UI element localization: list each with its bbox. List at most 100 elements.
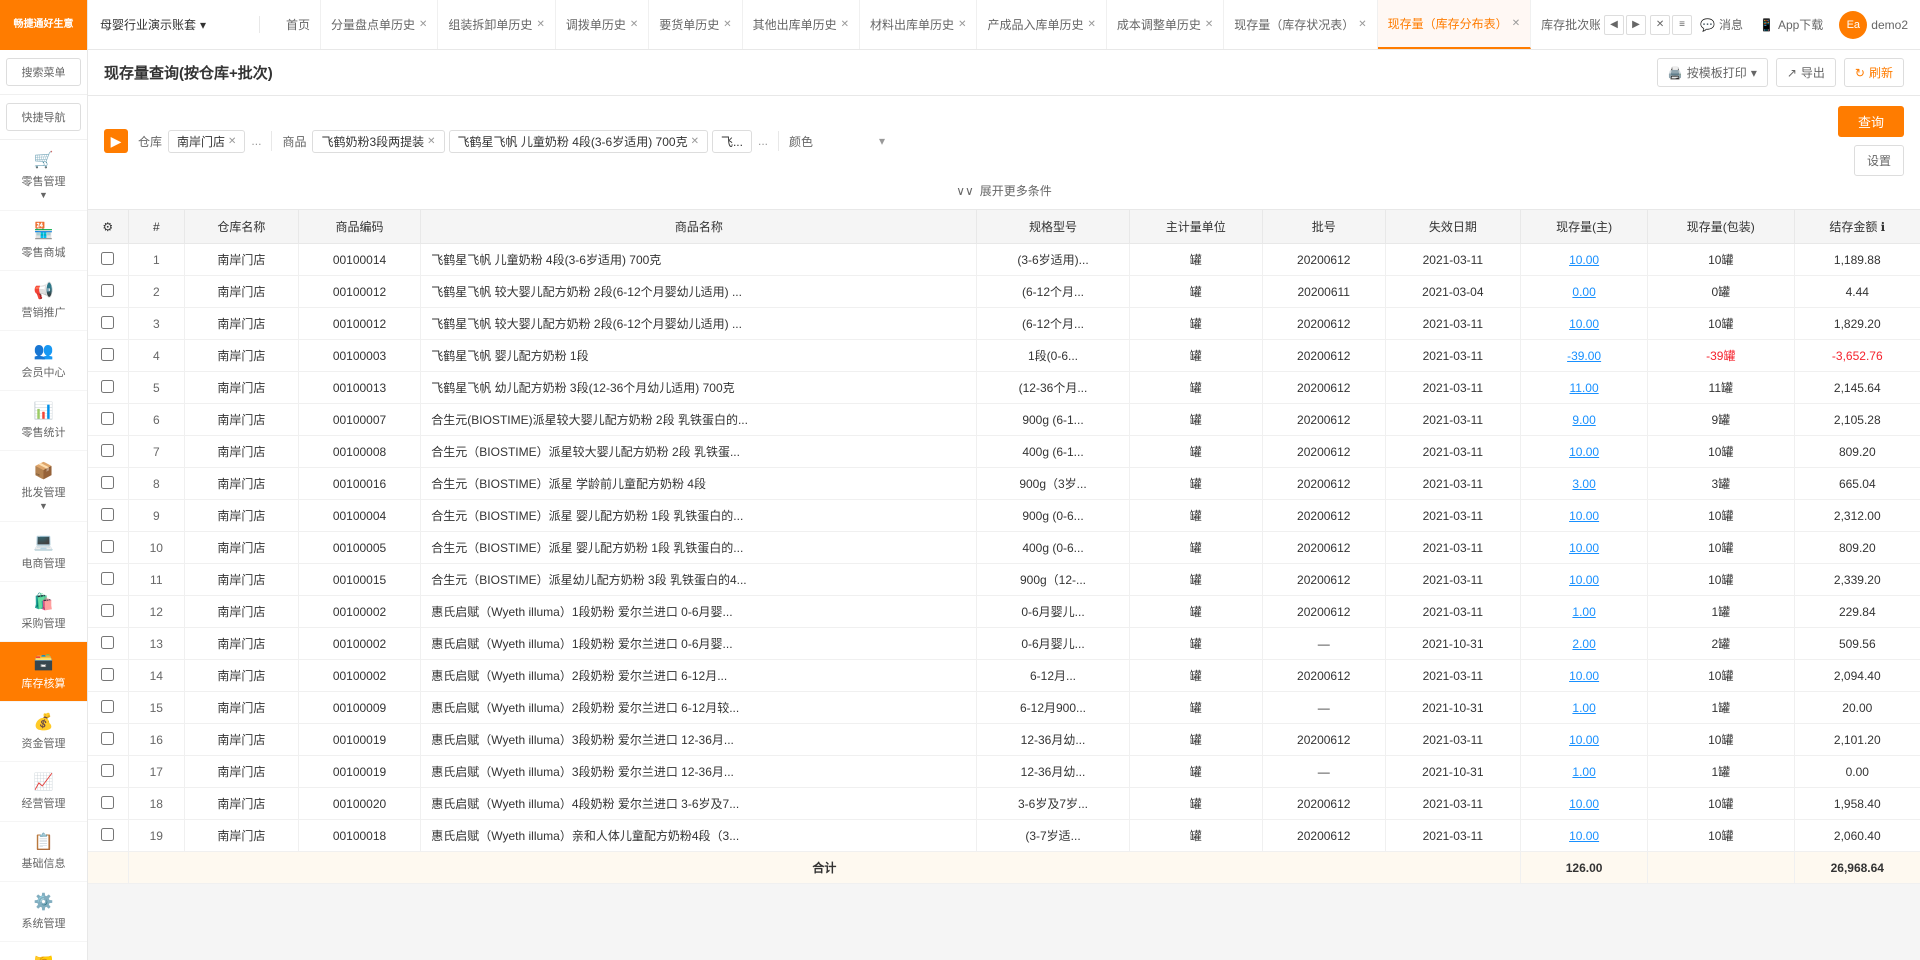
sidebar-item-wholesale[interactable]: 📦 批发管理 ▼ bbox=[0, 451, 87, 522]
col-header-settings[interactable]: ⚙ bbox=[88, 210, 128, 244]
sidebar-item-enterprise[interactable]: 🤝 企业协同 bbox=[0, 942, 87, 960]
row-checkbox-cell[interactable] bbox=[88, 500, 128, 532]
sidebar-item-retail[interactable]: 🛒 零售管理 ▼ bbox=[0, 140, 87, 211]
qty-main-cell[interactable]: -39.00 bbox=[1521, 340, 1648, 372]
sidebar-item-purchase[interactable]: 🛍️ 采购管理 bbox=[0, 582, 87, 642]
row-checkbox-cell[interactable] bbox=[88, 372, 128, 404]
industry-selector[interactable]: 母婴行业演示账套 ▾ bbox=[100, 16, 260, 33]
message-button[interactable]: 💬 消息 bbox=[1700, 16, 1743, 33]
qty-main-cell[interactable]: 3.00 bbox=[1521, 468, 1648, 500]
row-checkbox-cell[interactable] bbox=[88, 404, 128, 436]
tab-prev-arrow[interactable]: ◀ bbox=[1604, 15, 1624, 35]
tab-close-material-out-history[interactable]: ✕ bbox=[958, 19, 966, 30]
row-checkbox-cell[interactable] bbox=[88, 564, 128, 596]
row-checkbox-18[interactable] bbox=[101, 828, 114, 841]
quick-nav-button[interactable]: 快捷导航 bbox=[6, 103, 81, 131]
sidebar-item-ecommerce[interactable]: 💻 电商管理 bbox=[0, 522, 87, 582]
qty-main-cell[interactable]: 1.00 bbox=[1521, 692, 1648, 724]
qty-main-cell[interactable]: 10.00 bbox=[1521, 564, 1648, 596]
sidebar-item-finance[interactable]: 💰 资金管理 bbox=[0, 702, 87, 762]
close-all-tabs-button[interactable]: ≡ bbox=[1672, 15, 1692, 35]
user-profile[interactable]: Ea demo2 bbox=[1839, 11, 1908, 39]
app-download-button[interactable]: 📱 App下载 bbox=[1759, 16, 1823, 33]
row-checkbox-16[interactable] bbox=[101, 764, 114, 777]
qty-main-cell[interactable]: 10.00 bbox=[1521, 532, 1648, 564]
sidebar-item-marketing[interactable]: 📢 营销推广 bbox=[0, 271, 87, 331]
row-checkbox-7[interactable] bbox=[101, 476, 114, 489]
nav-tab-batch-voucher[interactable]: 库存批次账✕ bbox=[1531, 0, 1600, 49]
tab-close-unpack-history[interactable]: ✕ bbox=[536, 19, 544, 30]
row-checkbox-cell[interactable] bbox=[88, 340, 128, 372]
tab-close-product-in-history[interactable]: ✕ bbox=[1087, 19, 1095, 30]
nav-tab-product-in-history[interactable]: 产成品入库单历史✕ bbox=[977, 0, 1106, 49]
warehouse-more-icon[interactable]: ... bbox=[251, 134, 261, 148]
nav-tab-require-history[interactable]: 要货单历史✕ bbox=[649, 0, 742, 49]
print-button[interactable]: 🖨️ 按模板打印 ▾ bbox=[1657, 58, 1768, 87]
qty-main-cell[interactable]: 1.00 bbox=[1521, 596, 1648, 628]
export-button[interactable]: ↗ 导出 bbox=[1776, 58, 1836, 87]
product-more-icon[interactable]: ... bbox=[758, 134, 768, 148]
row-checkbox-1[interactable] bbox=[101, 284, 114, 297]
sidebar-item-member[interactable]: 👥 会员中心 bbox=[0, 331, 87, 391]
row-checkbox-cell[interactable] bbox=[88, 468, 128, 500]
row-checkbox-cell[interactable] bbox=[88, 788, 128, 820]
sidebar-item-basic[interactable]: 📋 基础信息 bbox=[0, 822, 87, 882]
nav-tab-inventory-status[interactable]: 现存量（库存状况表）✕ bbox=[1224, 0, 1377, 49]
row-checkbox-cell[interactable] bbox=[88, 692, 128, 724]
nav-tab-home[interactable]: 首页 bbox=[276, 0, 321, 49]
sidebar-item-retail-stats[interactable]: 📊 零售统计 bbox=[0, 391, 87, 451]
row-checkbox-9[interactable] bbox=[101, 540, 114, 553]
sidebar-item-inventory[interactable]: 🗃️ 库存核算 bbox=[0, 642, 87, 702]
qty-main-cell[interactable]: 10.00 bbox=[1521, 308, 1648, 340]
refresh-button[interactable]: ↻ 刷新 bbox=[1844, 58, 1904, 87]
qty-main-cell[interactable]: 10.00 bbox=[1521, 788, 1648, 820]
nav-tab-unpack-history[interactable]: 组装拆卸单历史✕ bbox=[438, 0, 555, 49]
qty-main-cell[interactable]: 11.00 bbox=[1521, 372, 1648, 404]
qty-main-cell[interactable]: 10.00 bbox=[1521, 724, 1648, 756]
row-checkbox-cell[interactable] bbox=[88, 308, 128, 340]
row-checkbox-cell[interactable] bbox=[88, 244, 128, 276]
filter-toggle-button[interactable]: ▶ bbox=[104, 129, 128, 153]
row-checkbox-cell[interactable] bbox=[88, 660, 128, 692]
product-tag-close-1[interactable]: ✕ bbox=[691, 136, 699, 147]
row-checkbox-8[interactable] bbox=[101, 508, 114, 521]
row-checkbox-cell[interactable] bbox=[88, 276, 128, 308]
qty-main-cell[interactable]: 10.00 bbox=[1521, 500, 1648, 532]
qty-main-cell[interactable]: 2.00 bbox=[1521, 628, 1648, 660]
row-checkbox-10[interactable] bbox=[101, 572, 114, 585]
row-checkbox-cell[interactable] bbox=[88, 724, 128, 756]
tab-close-require-history[interactable]: ✕ bbox=[723, 19, 731, 30]
qty-main-cell[interactable]: 9.00 bbox=[1521, 404, 1648, 436]
row-checkbox-cell[interactable] bbox=[88, 820, 128, 852]
qty-main-cell[interactable]: 10.00 bbox=[1521, 660, 1648, 692]
nav-tab-inventory-dist[interactable]: 现存量（库存分布表）✕ bbox=[1378, 0, 1531, 49]
row-checkbox-15[interactable] bbox=[101, 732, 114, 745]
tab-close-inventory-dist[interactable]: ✕ bbox=[1512, 18, 1520, 29]
sidebar-item-operation[interactable]: 📈 经营管理 bbox=[0, 762, 87, 822]
query-button[interactable]: 查询 bbox=[1838, 106, 1904, 137]
row-checkbox-cell[interactable] bbox=[88, 756, 128, 788]
sidebar-item-retail-shop[interactable]: 🏪 零售商城 bbox=[0, 211, 87, 271]
row-checkbox-12[interactable] bbox=[101, 636, 114, 649]
nav-tab-material-out-history[interactable]: 材料出库单历史✕ bbox=[860, 0, 977, 49]
row-checkbox-13[interactable] bbox=[101, 668, 114, 681]
tab-close-cost-adjust-history[interactable]: ✕ bbox=[1205, 19, 1213, 30]
expand-conditions-button[interactable]: ∨∨ 展开更多条件 bbox=[956, 182, 1052, 199]
row-checkbox-cell[interactable] bbox=[88, 596, 128, 628]
row-checkbox-cell[interactable] bbox=[88, 436, 128, 468]
warehouse-tag-close[interactable]: ✕ bbox=[228, 136, 236, 147]
tab-close-inventory-status[interactable]: ✕ bbox=[1358, 19, 1366, 30]
row-checkbox-2[interactable] bbox=[101, 316, 114, 329]
row-checkbox-14[interactable] bbox=[101, 700, 114, 713]
qty-main-cell[interactable]: 10.00 bbox=[1521, 244, 1648, 276]
tab-close-other-out-history[interactable]: ✕ bbox=[841, 19, 849, 30]
qty-main-cell[interactable]: 10.00 bbox=[1521, 436, 1648, 468]
row-checkbox-17[interactable] bbox=[101, 796, 114, 809]
search-menu-button[interactable]: 搜索菜单 bbox=[6, 58, 81, 86]
product-tag-close-0[interactable]: ✕ bbox=[427, 136, 435, 147]
nav-tab-split-history[interactable]: 分量盘点单历史✕ bbox=[321, 0, 438, 49]
row-checkbox-4[interactable] bbox=[101, 380, 114, 393]
tab-next-arrow[interactable]: ▶ bbox=[1626, 15, 1646, 35]
row-checkbox-6[interactable] bbox=[101, 444, 114, 457]
qty-main-cell[interactable]: 0.00 bbox=[1521, 276, 1648, 308]
